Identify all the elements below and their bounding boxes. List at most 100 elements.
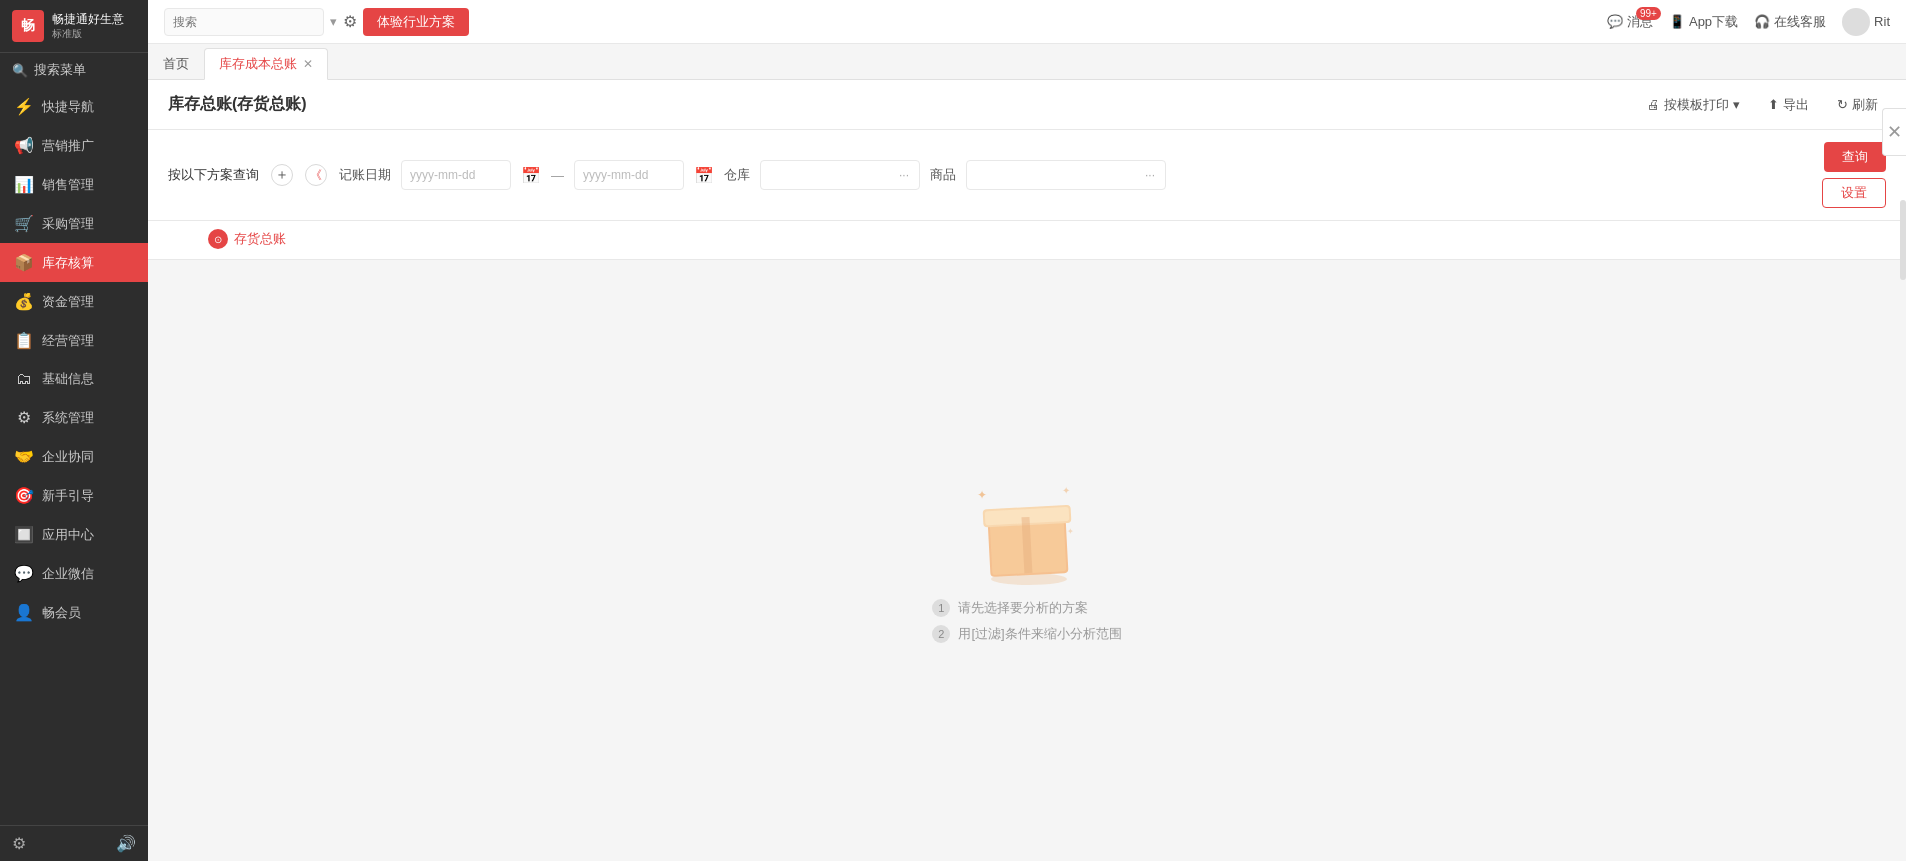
sidebar-logo: 畅 畅捷通好生意 标准版 <box>0 0 148 53</box>
right-panel-close-btn[interactable]: ✕ <box>1882 108 1906 156</box>
sidebar-item-sales[interactable]: 📊 销售管理 <box>0 165 148 204</box>
date-start-placeholder: yyyy-mm-dd <box>410 168 475 182</box>
filter-collapse-btn[interactable]: 《 <box>305 164 327 186</box>
sidebar-item-finance[interactable]: 💰 资金管理 <box>0 282 148 321</box>
sidebar-item-system[interactable]: ⚙ 系统管理 <box>0 398 148 437</box>
main-wrapper: ▾ ⚙ 体验行业方案 💬 消息 99+ 📱 App下载 🎧 在线客服 <box>148 0 1906 861</box>
newbie-icon: 🎯 <box>14 486 34 505</box>
sales-icon: 📊 <box>14 175 34 194</box>
sidebar-label: 资金管理 <box>42 293 94 311</box>
online-service-label: 在线客服 <box>1774 13 1826 31</box>
sidebar-item-app-center[interactable]: 🔲 应用中心 <box>0 515 148 554</box>
sidebar-bottom: ⚙ 🔊 <box>0 825 148 861</box>
sidebar-item-member[interactable]: 👤 畅会员 <box>0 593 148 632</box>
export-icon: ⬆ <box>1768 97 1779 112</box>
close-panel-icon: ✕ <box>1887 121 1902 143</box>
tab-home-label: 首页 <box>163 55 189 73</box>
date-separator: — <box>551 168 564 183</box>
base-info-icon: 🗂 <box>14 370 34 388</box>
app-download-label: App下载 <box>1689 13 1738 31</box>
date-label: 记账日期 <box>339 166 391 184</box>
page-title: 库存总账(存货总账) <box>168 94 307 115</box>
sidebar-item-inventory[interactable]: 📦 库存核算 <box>0 243 148 282</box>
content-area: ✦ ✦ ✦ 1 请先选择要分析的方案 2 用[过滤]条件来缩小分析范围 <box>148 260 1906 861</box>
date-end-placeholder: yyyy-mm-dd <box>583 168 648 182</box>
settings-bottom-icon[interactable]: ⚙ <box>12 834 26 853</box>
print-template-btn[interactable]: 🖨 按模板打印 ▾ <box>1639 92 1748 118</box>
filter-scheme[interactable]: ⊙ 存货总账 <box>208 229 286 249</box>
tip-num-1: 1 <box>932 599 950 617</box>
filter-second-row: ⊙ 存货总账 <box>148 221 1906 260</box>
filter-scheme-label: 按以下方案查询 <box>168 166 259 184</box>
sidebar-label: 企业协同 <box>42 448 94 466</box>
filter-add-btn[interactable]: ＋ <box>271 164 293 186</box>
sidebar-search[interactable]: 🔍 搜索菜单 <box>0 53 148 87</box>
tab-inventory-cost[interactable]: 库存成本总账 ✕ <box>204 48 328 80</box>
empty-tips: 1 请先选择要分析的方案 2 用[过滤]条件来缩小分析范围 <box>932 599 1121 643</box>
tab-inventory-cost-label: 库存成本总账 <box>219 55 297 73</box>
topbar-search-input[interactable] <box>164 8 324 36</box>
topbar-gear-icon[interactable]: ⚙ <box>343 12 357 31</box>
quick-nav-icon: ⚡ <box>14 97 34 116</box>
print-template-label: 按模板打印 <box>1664 96 1729 114</box>
scheme-name: 存货总账 <box>234 230 286 248</box>
search-icon: 🔍 <box>12 63 28 78</box>
topbar-app-download[interactable]: 📱 App下载 <box>1669 13 1738 31</box>
settings-btn[interactable]: 设置 <box>1822 178 1886 208</box>
product-input[interactable]: ··· <box>966 160 1166 190</box>
empty-illustration: ✦ ✦ ✦ <box>967 479 1087 579</box>
calendar-start-icon[interactable]: 📅 <box>521 166 541 185</box>
calendar-end-icon[interactable]: 📅 <box>694 166 714 185</box>
sidebar-item-purchase[interactable]: 🛒 采购管理 <box>0 204 148 243</box>
topbar-user[interactable]: Rit <box>1842 8 1890 36</box>
logo-icon: 畅 <box>12 10 44 42</box>
logo-badge: 标准版 <box>52 27 124 41</box>
svg-text:✦: ✦ <box>1067 527 1074 536</box>
sidebar-label: 系统管理 <box>42 409 94 427</box>
export-label: 导出 <box>1783 96 1809 114</box>
topbar-message[interactable]: 💬 消息 99+ <box>1607 13 1653 31</box>
avatar <box>1842 8 1870 36</box>
sidebar-item-operations[interactable]: 📋 经营管理 <box>0 321 148 360</box>
refresh-btn[interactable]: ↻ 刷新 <box>1829 92 1886 118</box>
product-more-icon[interactable]: ··· <box>1145 168 1155 182</box>
date-start-input[interactable]: yyyy-mm-dd <box>401 160 511 190</box>
chevron-down-icon[interactable]: ▾ <box>1733 97 1740 112</box>
sidebar-item-marketing[interactable]: 📢 营销推广 <box>0 126 148 165</box>
topbar-chevron-icon[interactable]: ▾ <box>330 14 337 29</box>
filter-buttons: 查询 设置 <box>1822 142 1886 208</box>
tab-close-icon[interactable]: ✕ <box>303 57 313 71</box>
sidebar-item-newbie[interactable]: 🎯 新手引导 <box>0 476 148 515</box>
app-center-icon: 🔲 <box>14 525 34 544</box>
speaker-icon[interactable]: 🔊 <box>116 834 136 853</box>
export-btn[interactable]: ⬆ 导出 <box>1760 92 1817 118</box>
empty-tip-1: 1 请先选择要分析的方案 <box>932 599 1121 617</box>
sidebar-label: 基础信息 <box>42 370 94 388</box>
warehouse-input[interactable]: ··· <box>760 160 920 190</box>
operations-icon: 📋 <box>14 331 34 350</box>
sidebar-label: 采购管理 <box>42 215 94 233</box>
sidebar-label: 企业微信 <box>42 565 94 583</box>
scrollbar-stub[interactable] <box>1900 200 1906 280</box>
sidebar-item-wechat[interactable]: 💬 企业微信 <box>0 554 148 593</box>
page-actions: 🖨 按模板打印 ▾ ⬆ 导出 ↻ 刷新 <box>1639 92 1886 118</box>
product-label: 商品 <box>930 166 956 184</box>
logo-name: 畅捷通好生意 <box>52 11 124 28</box>
inventory-icon: 📦 <box>14 253 34 272</box>
headset-icon: 🎧 <box>1754 14 1770 29</box>
sidebar-item-base-info[interactable]: 🗂 基础信息 <box>0 360 148 398</box>
print-icon: 🖨 <box>1647 97 1660 112</box>
warehouse-more-icon[interactable]: ··· <box>899 168 909 182</box>
warehouse-label: 仓库 <box>724 166 750 184</box>
purchase-icon: 🛒 <box>14 214 34 233</box>
topbar-online-service[interactable]: 🎧 在线客服 <box>1754 13 1826 31</box>
tab-home[interactable]: 首页 <box>148 47 204 79</box>
sidebar-item-cooperation[interactable]: 🤝 企业协同 <box>0 437 148 476</box>
sidebar-label: 经营管理 <box>42 332 94 350</box>
topbar-right: 💬 消息 99+ 📱 App下载 🎧 在线客服 Rit <box>1607 8 1890 36</box>
search-btn[interactable]: 查询 <box>1824 142 1886 172</box>
industry-btn[interactable]: 体验行业方案 <box>363 8 469 36</box>
svg-text:✦: ✦ <box>977 488 987 502</box>
sidebar-item-quick-nav[interactable]: ⚡ 快捷导航 <box>0 87 148 126</box>
date-end-input[interactable]: yyyy-mm-dd <box>574 160 684 190</box>
